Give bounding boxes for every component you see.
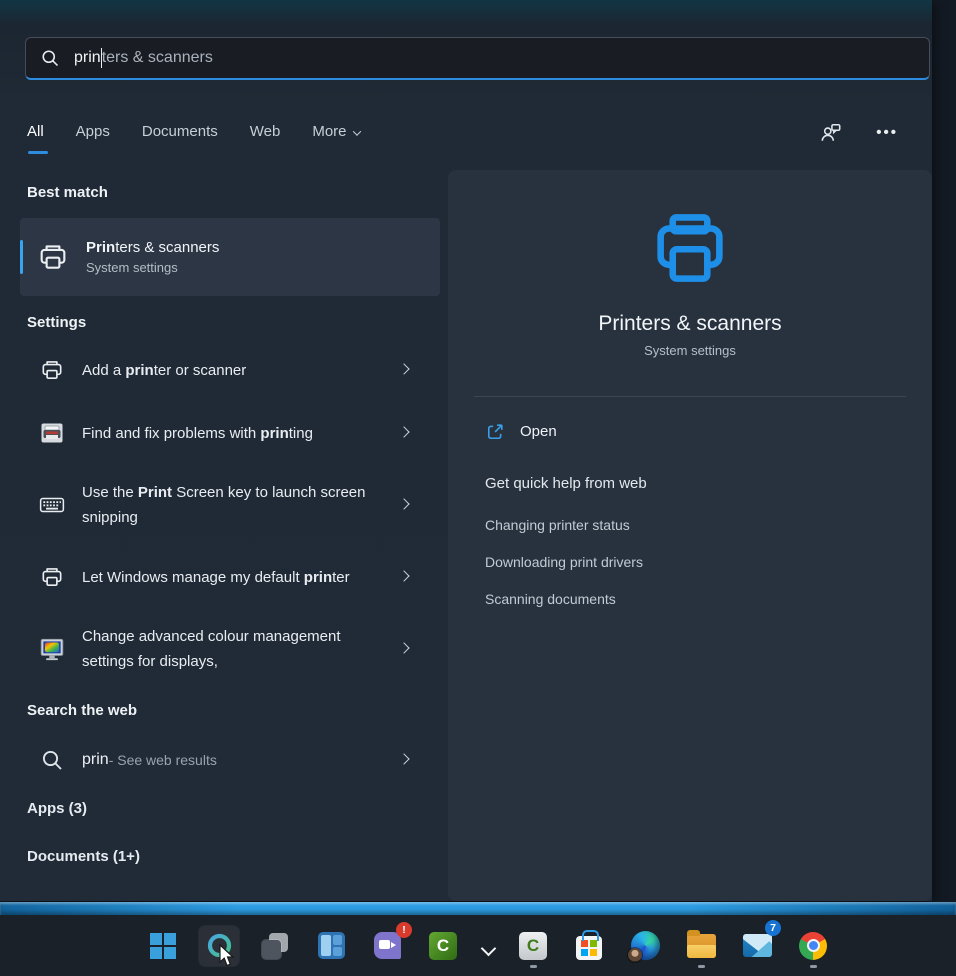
feedback-account-icon[interactable] [820, 122, 842, 144]
mail-icon [742, 934, 772, 957]
printer-large-icon [657, 214, 723, 282]
printer-outline-icon [38, 563, 66, 591]
task-view-icon [261, 932, 288, 960]
search-input[interactable]: prin ters & scanners [25, 37, 930, 80]
file-explorer-button[interactable] [681, 926, 721, 968]
search-tabs: All Apps Documents Web More ••• [27, 112, 898, 154]
quick-help-link[interactable]: Downloading print drivers [485, 554, 932, 570]
preview-subtitle: System settings [644, 343, 736, 358]
settings-result[interactable]: Find and fix problems with printing [0, 402, 448, 464]
tab-documents[interactable]: Documents [142, 123, 218, 144]
task-view-button[interactable] [255, 926, 295, 966]
web-suffix-text: - See web results [108, 752, 217, 768]
tab-web[interactable]: Web [250, 123, 281, 144]
chevron-right-icon [398, 498, 410, 510]
search-icon [42, 750, 62, 770]
taskbar: ! C C 7 [0, 915, 956, 976]
chevron-right-icon [398, 363, 410, 375]
search-suggestion-text: ters & scanners [101, 49, 213, 66]
camtasia-icon: C [429, 931, 457, 960]
edge-profile-avatar [626, 947, 643, 963]
chat-icon [373, 932, 401, 959]
chevron-down-icon [480, 940, 496, 957]
tabs-right-icons: ••• [820, 122, 898, 144]
web-search-header: Search the web [27, 702, 138, 719]
search-flyout: prin ters & scanners All Apps Documents Web M… [0, 0, 932, 901]
tab-more[interactable]: More [312, 123, 361, 144]
open-external-icon [487, 424, 503, 440]
settings-result-label: Change advanced colour management settin… [82, 628, 341, 670]
best-match-subtitle: System settings [86, 260, 178, 275]
chevron-right-icon [398, 753, 410, 765]
documents-section-header[interactable]: Documents (1+) [27, 848, 140, 865]
taskbar-icons: ! C C 7 [143, 919, 833, 969]
tab-apps[interactable]: Apps [76, 123, 110, 144]
settings-result-label: Add a printer or scanner [82, 361, 247, 379]
chevron-down-icon [352, 126, 361, 136]
chevron-right-icon [398, 426, 410, 438]
taskbar-overflow-button[interactable] [479, 929, 497, 969]
search-typed-text: prin [74, 49, 101, 66]
edge-icon [626, 931, 660, 963]
windows-logo-icon [150, 932, 176, 959]
microsoft-store-button[interactable] [569, 926, 609, 966]
mail-button[interactable]: 7 [737, 919, 781, 966]
camtasia-recorder-button[interactable]: C [513, 926, 553, 968]
more-options-icon[interactable]: ••• [876, 125, 898, 140]
settings-result[interactable]: Change advanced colour management settin… [0, 618, 448, 680]
snip-layout-icon [317, 932, 345, 959]
running-indicator [810, 964, 817, 968]
edge-button[interactable] [625, 926, 665, 966]
apps-section-header[interactable]: Apps (3) [27, 800, 87, 817]
snip-layout-button[interactable] [311, 926, 351, 966]
best-match-header: Best match [27, 184, 108, 201]
settings-result[interactable]: Use the Print Screen key to launch scree… [0, 474, 448, 536]
chrome-button[interactable] [793, 926, 833, 968]
preview-panel: Printers & scanners System settings Open… [448, 170, 932, 901]
web-query-text: prin [82, 751, 109, 768]
best-match-result[interactable]: Printers & scanners System settings [20, 218, 440, 296]
quick-help-link[interactable]: Changing printer status [485, 517, 932, 533]
file-explorer-icon [686, 929, 716, 958]
chat-button[interactable]: ! [367, 921, 412, 966]
display-color-icon [38, 635, 66, 663]
settings-result-label: Use the Print Screen key to launch scree… [82, 484, 366, 526]
preview-title: Printers & scanners [598, 312, 782, 335]
settings-result[interactable]: Add a printer or scanner [0, 348, 448, 392]
open-action[interactable]: Open [486, 422, 932, 441]
chevron-right-icon [398, 642, 410, 654]
running-indicator [530, 964, 537, 968]
best-match-title: Printers & scanners [86, 239, 220, 256]
open-label: Open [520, 423, 557, 440]
divider [474, 396, 906, 397]
tab-all[interactable]: All [27, 123, 48, 154]
search-icon [42, 50, 59, 67]
quick-help-link[interactable]: Scanning documents [485, 591, 932, 607]
printer-outline-icon [38, 356, 66, 384]
settings-result[interactable]: Let Windows manage my default printer [0, 546, 448, 608]
running-indicator [698, 964, 705, 968]
settings-result-label: Find and fix problems with printing [82, 424, 313, 442]
chrome-icon [799, 931, 827, 960]
start-button[interactable] [143, 926, 183, 966]
camtasia-button[interactable]: C [423, 926, 463, 966]
mouse-cursor [219, 944, 235, 967]
microsoft-store-icon [576, 930, 602, 960]
printer-icon [40, 245, 66, 269]
settings-header: Settings [27, 314, 87, 331]
chevron-right-icon [398, 570, 410, 582]
web-search-result[interactable]: prin - See web results [0, 738, 448, 782]
settings-results-list: Add a printer or scanner Find and fix pro… [0, 348, 448, 690]
chat-alert-badge: ! [396, 921, 412, 938]
keyboard-icon [38, 491, 66, 519]
selection-accent-bar [20, 240, 23, 274]
quick-help-links: Changing printer status Downloading print… [448, 517, 932, 607]
quick-help-header: Get quick help from web [485, 475, 647, 492]
printer-troubleshoot-icon [38, 419, 66, 447]
mail-count-badge: 7 [765, 919, 781, 936]
camtasia-recorder-icon: C [519, 931, 547, 960]
desktop-wallpaper-stripe [0, 902, 956, 915]
settings-result-label: Let Windows manage my default printer [82, 568, 350, 586]
